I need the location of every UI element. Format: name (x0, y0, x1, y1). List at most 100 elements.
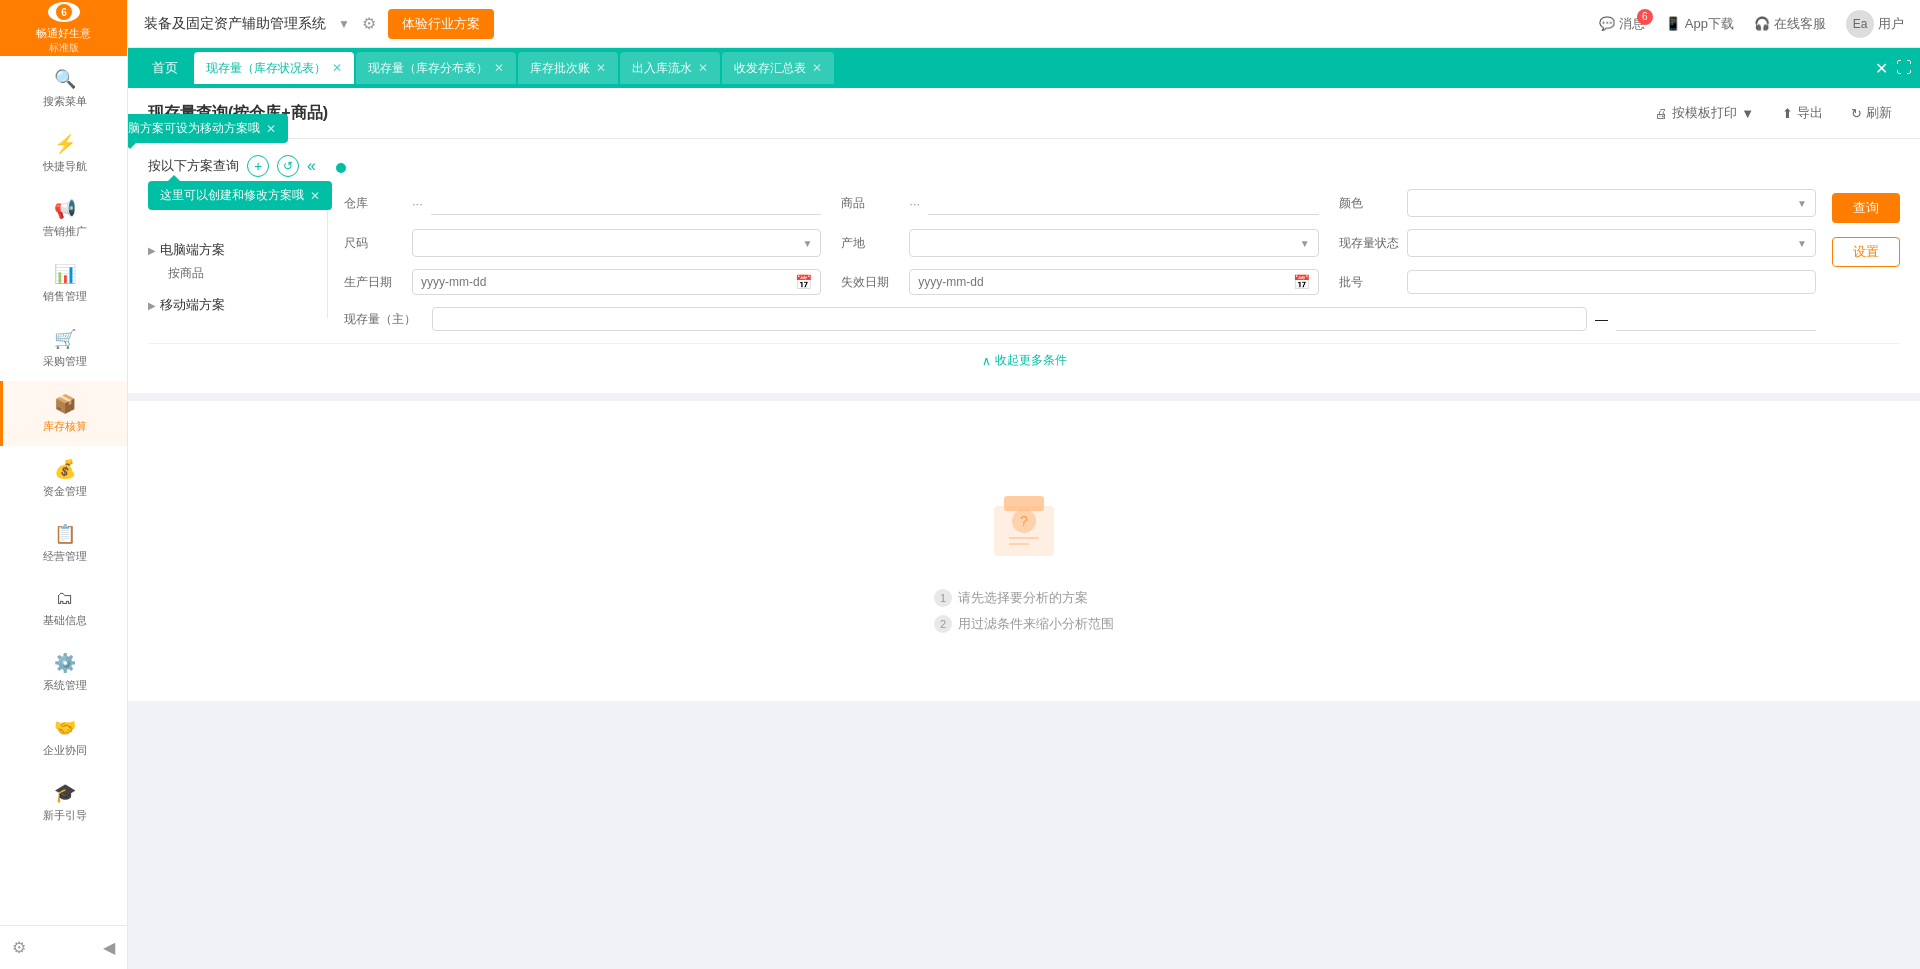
batch-input[interactable] (1407, 270, 1816, 294)
expire-date-input[interactable]: 📅 (909, 269, 1318, 295)
system-title: 装备及固定资产辅助管理系统 (144, 15, 326, 33)
sidebar-item-operation[interactable]: 📋 经营管理 (0, 511, 127, 576)
sidebar-item-coop[interactable]: 🤝 企业协同 (0, 705, 127, 770)
sidebar-logo: 6 畅通好生意 标准版 (0, 0, 127, 56)
tab-inventory-status-close[interactable]: ✕ (332, 61, 342, 75)
tab-summary-close[interactable]: ✕ (812, 61, 822, 75)
sidebar-item-quick[interactable]: ⚡ 快捷导航 (0, 121, 127, 186)
product-value[interactable] (928, 191, 1318, 215)
expire-date-field[interactable] (918, 275, 1292, 289)
origin-select[interactable]: ▼ (909, 229, 1318, 257)
tip-text-2: 用过滤条件来缩小分析范围 (958, 611, 1114, 637)
collapse-sidebar-icon[interactable]: ◀ (103, 938, 115, 957)
tooltip2-text: 这里可以创建和修改方案哦 (160, 187, 304, 204)
svg-text:?: ? (1020, 513, 1028, 529)
size-select[interactable]: ▼ (412, 229, 821, 257)
tab-inout-flow[interactable]: 出入库流水 ✕ (620, 52, 720, 84)
sidebar-item-marketing[interactable]: 📢 营销推广 (0, 186, 127, 251)
sales-icon: 📊 (54, 263, 76, 285)
reset-button[interactable]: 设置 (1832, 237, 1900, 267)
stock-max-input[interactable] (1616, 307, 1816, 331)
export-button[interactable]: ⬆ 导出 (1774, 100, 1831, 126)
warehouse-value[interactable] (431, 191, 821, 215)
message-badge: 6 (1637, 9, 1653, 25)
filter-edit-button[interactable]: ↺ (277, 155, 299, 177)
basic-icon: 🗂 (56, 588, 74, 609)
user-label: 用户 (1878, 15, 1904, 33)
tab-inventory-dist[interactable]: 现存量（库存分布表） ✕ (356, 52, 516, 84)
collapse-up-icon: ∧ (982, 354, 991, 368)
expire-date-calendar-icon[interactable]: 📅 (1293, 274, 1310, 290)
stock-status-filter: 现存量状态 ▼ (1339, 229, 1816, 257)
sidebar-item-purchase[interactable]: 🛒 采购管理 (0, 316, 127, 381)
tab-inventory-status[interactable]: 现存量（库存状况表） ✕ (194, 52, 354, 84)
warehouse-dots[interactable]: ··· (412, 196, 423, 211)
sidebar-item-basic[interactable]: 🗂 基础信息 (0, 576, 127, 640)
online-service-button[interactable]: 🎧 在线客服 (1754, 15, 1826, 33)
produce-date-calendar-icon[interactable]: 📅 (795, 274, 812, 290)
settings-gear-icon[interactable]: ⚙ (12, 938, 26, 957)
header-settings-icon[interactable]: ⚙ (362, 14, 376, 33)
tooltip1-close[interactable]: ✕ (266, 122, 276, 136)
scheme-mobile-item[interactable]: ▶ 移动端方案 (148, 292, 315, 318)
produce-date-input[interactable]: 📅 (412, 269, 821, 295)
collapse-label: 收起更多条件 (995, 352, 1067, 369)
filter-add-button[interactable]: + (247, 155, 269, 177)
color-dropdown-icon: ▼ (1797, 198, 1807, 209)
tab-inventory-dist-label: 现存量（库存分布表） (368, 60, 488, 77)
top-header: 装备及固定资产辅助管理系统 ▼ ⚙ 体验行业方案 💬 消息 6 📱 App下载 … (128, 0, 1920, 48)
scheme-desktop-item[interactable]: ▶ 电脑端方案 (148, 237, 315, 263)
origin-dropdown-icon: ▼ (1300, 238, 1310, 249)
tab-close-all-icon[interactable]: ✕ (1875, 59, 1888, 78)
stock-min-input[interactable] (432, 307, 1587, 331)
filter-fields: 仓库 ··· 商品 ··· 颜色 (344, 189, 1816, 335)
header-right: 💬 消息 6 📱 App下载 🎧 在线客服 Ea 用户 (1599, 10, 1904, 38)
tooltip1-text: 电脑方案可设为移动方案哦 (128, 120, 260, 137)
trial-button[interactable]: 体验行业方案 (388, 9, 494, 39)
filter-row1: 仓库 ··· 商品 ··· 颜色 (344, 189, 1816, 217)
tab-batch-ledger[interactable]: 库存批次账 ✕ (518, 52, 618, 84)
scheme-mobile-name: 移动端方案 (160, 296, 225, 314)
print-label: 按模板打印 (1672, 104, 1737, 122)
tab-inventory-dist-close[interactable]: ✕ (494, 61, 504, 75)
system-dropdown-icon[interactable]: ▼ (338, 17, 350, 31)
sidebar-item-sales[interactable]: 📊 销售管理 (0, 251, 127, 316)
size-dropdown-icon: ▼ (802, 238, 812, 249)
sidebar-item-system[interactable]: ⚙️ 系统管理 (0, 640, 127, 705)
produce-date-field[interactable] (421, 275, 795, 289)
tooltip-desktop-scheme: 电脑方案可设为移动方案哦 ✕ (128, 114, 288, 143)
tooltip2-close[interactable]: ✕ (310, 189, 320, 203)
empty-state: ? 1 请先选择要分析的方案 2 用过滤条件来缩小分析范围 (128, 401, 1920, 701)
print-button[interactable]: 🖨 按模板打印 ▼ (1647, 100, 1762, 126)
app-download-button[interactable]: 📱 App下载 (1665, 15, 1734, 33)
message-button[interactable]: 💬 消息 6 (1599, 15, 1645, 33)
color-label: 颜色 (1339, 195, 1399, 212)
empty-tip-2: 2 用过滤条件来缩小分析范围 (934, 611, 1114, 637)
tab-home[interactable]: 首页 (136, 48, 194, 88)
filter-row4: 现存量（主） — (344, 307, 1816, 331)
user-menu[interactable]: Ea 用户 (1846, 10, 1904, 38)
tab-expand-icon[interactable]: ⛶ (1896, 59, 1912, 77)
sidebar-item-search[interactable]: 🔍 搜索菜单 (0, 56, 127, 121)
scheme-desktop-sub[interactable]: 按商品 (168, 263, 315, 284)
refresh-button[interactable]: ↻ 刷新 (1843, 100, 1900, 126)
scheme-tree: ▶ 电脑端方案 按商品 ▶ 移动端方案 (148, 237, 315, 318)
tab-batch-ledger-close[interactable]: ✕ (596, 61, 606, 75)
stock-status-select[interactable]: ▼ (1407, 229, 1816, 257)
sidebar-item-inventory[interactable]: 📦 库存核算 (0, 381, 127, 446)
connector-dot (336, 163, 346, 173)
product-dots[interactable]: ··· (909, 196, 920, 211)
headset-icon: 🎧 (1754, 16, 1770, 31)
tab-inout-flow-close[interactable]: ✕ (698, 61, 708, 75)
coop-icon: 🤝 (54, 717, 76, 739)
filter-arrow-left[interactable]: « (307, 157, 316, 175)
content-area: 现存量查询(按仓库+商品) 🖨 按模板打印 ▼ ⬆ 导出 ↻ 刷新 (128, 88, 1920, 969)
sidebar-item-label-quick: 快捷导航 (43, 159, 87, 174)
color-select[interactable]: ▼ (1407, 189, 1816, 217)
collapse-bar[interactable]: ∧ 收起更多条件 (148, 343, 1900, 377)
tab-summary[interactable]: 收发存汇总表 ✕ (722, 52, 834, 84)
query-button[interactable]: 查询 (1832, 193, 1900, 223)
sidebar-item-finance[interactable]: 💰 资金管理 (0, 446, 127, 511)
sidebar-item-guide[interactable]: 🎓 新手引导 (0, 770, 127, 835)
stock-status-label: 现存量状态 (1339, 235, 1399, 252)
